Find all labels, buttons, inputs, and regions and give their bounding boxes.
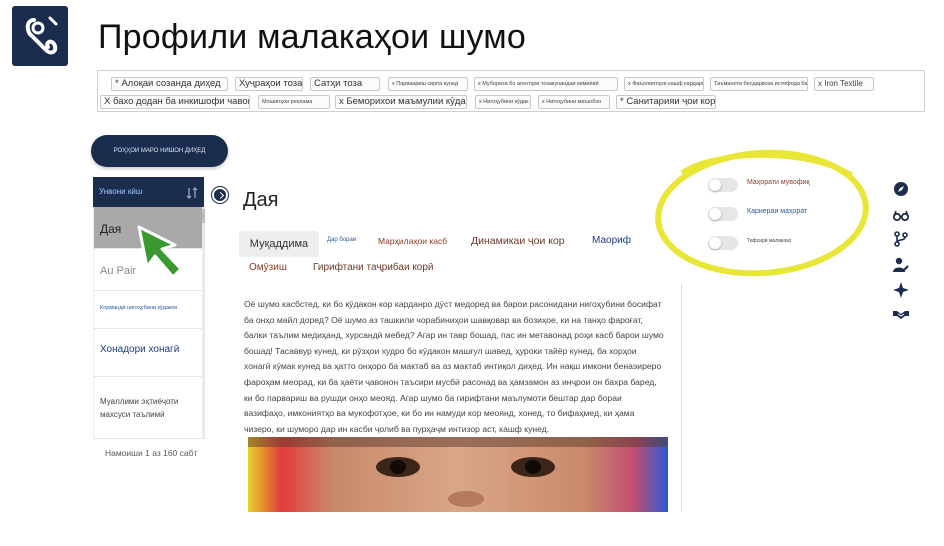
career-skills-toggle[interactable] (708, 207, 738, 221)
hook-logo-icon[interactable] (12, 6, 68, 66)
skill-tag[interactable]: х Iron Textile (814, 77, 874, 91)
list-item-label: Дая (100, 222, 122, 236)
skill-tag[interactable]: х Парваариш сврпа кунед (388, 77, 468, 91)
matching-skills-toggle[interactable] (708, 178, 738, 192)
record-count: Намоиши 1 аз 160 сабт (105, 448, 198, 458)
sort-icon[interactable] (185, 186, 199, 200)
pointer-cursor-icon (137, 225, 183, 279)
tab-about[interactable]: Дар бораи (327, 237, 356, 243)
list-scrollbar[interactable] (202, 207, 205, 439)
tab-introduction[interactable]: Муқаддима (239, 231, 319, 257)
skill-filter-panel: Маҳорати мувофиқ Кариераи маҳорат Тафсир… (700, 170, 830, 260)
list-header-label: Унвони кӣш (99, 187, 143, 196)
tab-workplace-dynamics[interactable]: Динамикаи ҷои кор (471, 235, 565, 247)
list-scroll-thumb[interactable] (202, 209, 205, 223)
skill-tag[interactable]: Мошинҳои реклама (258, 95, 330, 109)
article-text: Оё шумо касбстед, ки бо кӯдакон кор кард… (244, 299, 664, 434)
list-item-label: Муаллими эҳтиёҷоти махсуси таълимӣ (100, 397, 179, 419)
skill-tag[interactable]: х Нигоҳубини маъюбон (538, 95, 610, 109)
glasses-icon[interactable] (892, 206, 910, 224)
skill-tags-box: * Алоқаи созанда диҳед Хуҷраҳои тоза Сат… (97, 70, 925, 112)
tab-work-experience[interactable]: Гирифтани таҷрибаи корӣ (313, 262, 434, 273)
list-item[interactable]: Муаллими эҳтиёҷоти махсуси таълимӣ (94, 377, 203, 439)
compass-icon[interactable] (892, 180, 910, 198)
tab-training[interactable]: Омӯзиш (249, 262, 287, 273)
page-title: Профили малакаҳои шумо (98, 18, 526, 56)
skill-tag[interactable]: х Фаъолиятҳои кашф кардаро сохтан (624, 77, 704, 91)
skill-tag[interactable]: * Алоқаи созанда диҳед (111, 77, 228, 91)
list-item-label: Хонадори хонагӣ (100, 344, 180, 355)
content-divider (681, 284, 682, 512)
branch-icon[interactable] (892, 230, 910, 248)
toggle-label: Кариераи маҳорат (747, 208, 808, 215)
tab-career-stages[interactable]: Марҳилаҳои касб (378, 236, 447, 246)
interpreted-skills-toggle[interactable] (708, 236, 738, 250)
skill-tag[interactable]: х Беморихои маъмулии кӯдакон (335, 95, 467, 109)
collapse-panel-button[interactable] (212, 187, 228, 203)
child-photo (248, 437, 668, 512)
list-item[interactable]: Хонадори хонагӣ (94, 329, 203, 377)
user-edit-icon[interactable] (892, 256, 910, 274)
skill-tag[interactable]: Таъминоти бесдарвоза истифода баред (710, 77, 808, 91)
skill-tag[interactable]: X бахо додан ба инкишофи чавонон х (100, 95, 250, 109)
list-header: Унвони кӣш (93, 177, 204, 207)
app-root: Профили малакаҳои шумо * Алоқаи созанда … (0, 0, 944, 546)
list-item-label: Кормандӣ нигоҳубини кӯдакон (100, 305, 178, 311)
skill-tag[interactable]: х Нигоҳубини кӯдак (475, 95, 531, 109)
toggle-label: Маҳорати мувофиқ (747, 179, 810, 186)
skill-tag[interactable]: х Мубориза бо агентҳои тозакунандаи кими… (474, 77, 618, 91)
toggle-label: Тафсирӣ малакаҳо (747, 238, 792, 244)
show-paths-button[interactable]: РОҲҲОИ МАРО НИШОН ДИҲЕД (91, 135, 228, 167)
handshake-icon[interactable] (892, 305, 910, 323)
detail-title: Дая (243, 189, 279, 211)
skill-tag[interactable]: Сатҳи тоза (310, 77, 380, 91)
tab-education[interactable]: Маориф (592, 235, 631, 246)
list-item-label: Au Pair (100, 265, 137, 277)
skill-tag[interactable]: * Санитарияи ҷои кор (616, 95, 716, 109)
skill-tag[interactable]: Хуҷраҳои тоза (235, 77, 303, 91)
sparkle-icon[interactable] (892, 281, 910, 299)
list-item[interactable]: Кормандӣ нигоҳубини кӯдакон (94, 291, 203, 329)
